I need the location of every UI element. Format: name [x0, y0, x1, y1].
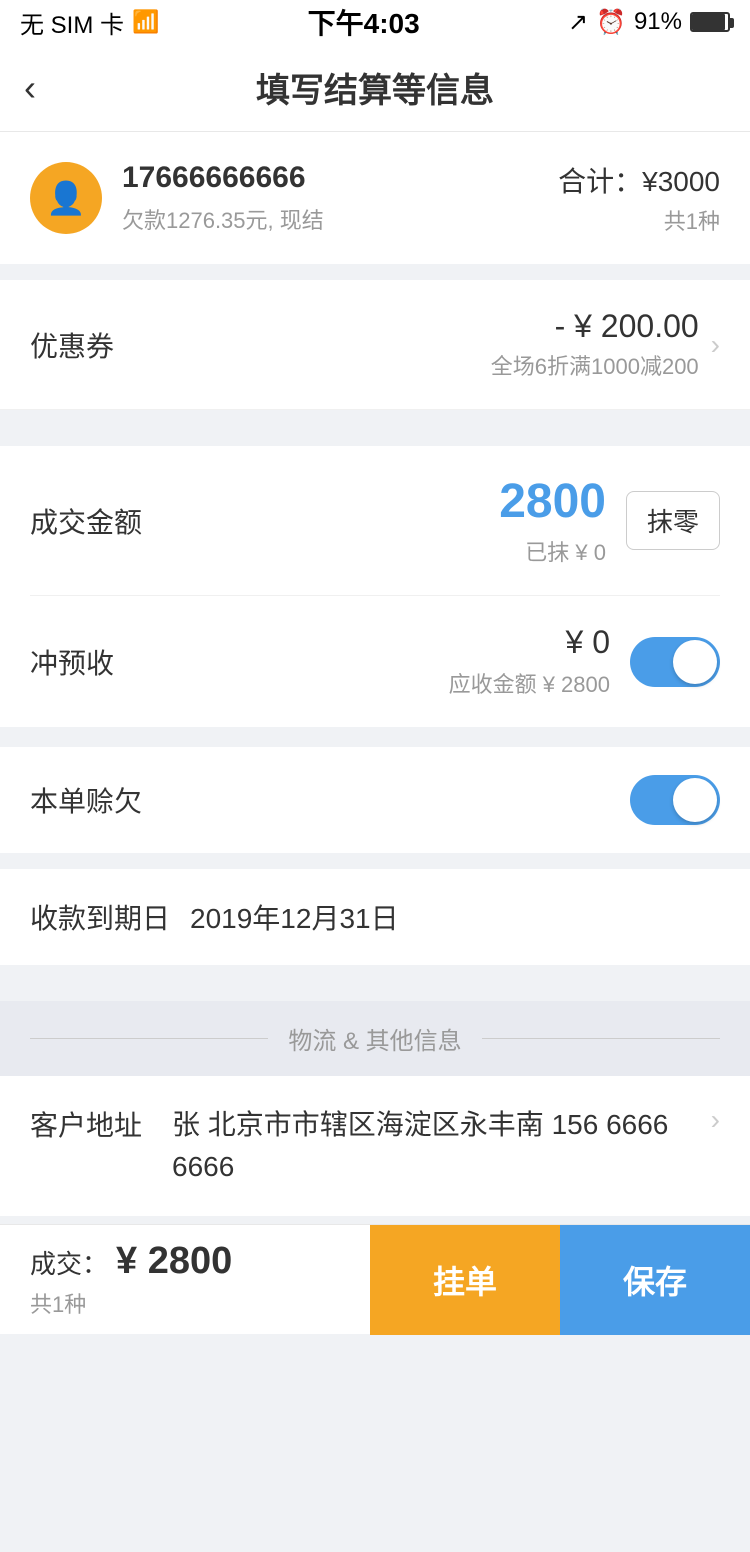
customer-phone: 17666666666: [122, 161, 324, 195]
bottom-count: 共1种: [30, 1287, 340, 1319]
coupon-right: - ¥ 200.00 全场6折满1000减200 ›: [491, 308, 720, 381]
due-date-label: 收款到期日: [30, 897, 170, 937]
customer-debt: 欠款1276.35元, 现结: [122, 203, 324, 235]
hold-button[interactable]: 挂单: [370, 1225, 560, 1335]
pre-collection-label: 冲预收: [30, 642, 114, 682]
pre-collection-row: 冲预收 ¥ 0 应收金额 ¥ 2800: [30, 596, 720, 727]
debt-toggle-knob: [673, 778, 717, 822]
customer-card: 👤 17666666666 欠款1276.35元, 现结 合计：¥3000 共1…: [0, 132, 750, 264]
deal-amount-col: 2800 已抹 ¥ 0: [499, 474, 606, 567]
coupon-info: - ¥ 200.00 全场6折满1000减200: [491, 308, 699, 381]
total-amount: 合计：¥3000: [558, 160, 720, 200]
customer-right: 合计：¥3000 共1种: [558, 160, 720, 236]
avatar: 👤: [30, 162, 102, 234]
status-bar: 无 SIM 卡 📶 下午4:03 ↗ ⏰ 91%: [0, 0, 750, 44]
logistics-divider: 物流 & 其他信息: [0, 1001, 750, 1076]
due-date-section: 收款到期日 2019年12月31日: [0, 869, 750, 965]
deal-amount-right: 2800 已抹 ¥ 0 抹零: [499, 474, 720, 567]
pre-collection-sub: 应收金额 ¥ 2800: [449, 667, 610, 699]
battery-percent: 91%: [634, 8, 682, 36]
section-divider-1: [0, 426, 750, 446]
content: 👤 17666666666 欠款1276.35元, 现结 合计：¥3000 共1…: [0, 132, 750, 1552]
debt-label: 本单赊欠: [30, 780, 142, 820]
coupon-desc: 全场6折满1000减200: [491, 349, 699, 381]
status-right: ↗ ⏰ 91%: [568, 8, 730, 37]
pre-collection-right: ¥ 0 应收金额 ¥ 2800: [449, 624, 720, 699]
debt-section: 本单赊欠: [0, 747, 750, 853]
toggle-knob: [673, 640, 717, 684]
pre-collection-col: ¥ 0 应收金额 ¥ 2800: [449, 624, 610, 699]
address-label: 客户地址: [30, 1104, 142, 1144]
debt-toggle[interactable]: [630, 775, 720, 825]
status-time: 下午4:03: [308, 2, 420, 42]
status-left: 无 SIM 卡 📶: [20, 5, 159, 40]
coupon-label: 优惠券: [30, 325, 114, 365]
nav-bar: ‹ 填写结算等信息: [0, 44, 750, 132]
save-button[interactable]: 保存: [560, 1225, 750, 1335]
customer-left: 👤 17666666666 欠款1276.35元, 现结: [30, 161, 324, 235]
deal-amount-sub: 已抹 ¥ 0: [525, 535, 606, 567]
logistics-line-left: [30, 1038, 268, 1039]
bottom-summary: 成交： ¥ 2800 共1种: [0, 1240, 370, 1319]
back-button[interactable]: ‹: [24, 67, 36, 109]
no-sim-label: 无 SIM 卡: [20, 5, 124, 40]
coupon-discount: - ¥ 200.00: [491, 308, 699, 345]
customer-info: 17666666666 欠款1276.35元, 现结: [122, 161, 324, 235]
bottom-deal-row: 成交： ¥ 2800: [30, 1240, 340, 1283]
address-section[interactable]: 客户地址 张 北京市市辖区海淀区永丰南 156 6666 6666 ›: [0, 1076, 750, 1216]
pre-collection-toggle[interactable]: [630, 637, 720, 687]
address-chevron-icon: ›: [711, 1104, 720, 1136]
logistics-line-right: [482, 1038, 720, 1039]
due-date-value: 2019年12月31日: [190, 897, 399, 937]
amount-section: 成交金额 2800 已抹 ¥ 0 抹零 冲预收 ¥ 0 应收金额 ¥ 2800: [0, 446, 750, 727]
alarm-icon: ⏰: [596, 8, 626, 37]
coupon-chevron-icon: ›: [711, 329, 720, 361]
round-button[interactable]: 抹零: [626, 491, 720, 550]
wifi-icon: 📶: [132, 9, 159, 35]
page-title: 填写结算等信息: [256, 63, 494, 112]
address-value: 张 北京市市辖区海淀区永丰南 156 6666 6666: [172, 1104, 711, 1188]
bottom-bar: 成交： ¥ 2800 共1种 挂单 保存: [0, 1224, 750, 1334]
logistics-label: 物流 & 其他信息: [288, 1021, 461, 1056]
pre-collection-value: ¥ 0: [566, 624, 610, 661]
coupon-row[interactable]: 优惠券 - ¥ 200.00 全场6折满1000减200 ›: [0, 280, 750, 410]
section-divider-2: [0, 727, 750, 747]
bottom-deal-label: 成交：: [30, 1244, 108, 1281]
deal-amount-label: 成交金额: [30, 501, 142, 541]
due-date-row: 收款到期日 2019年12月31日: [30, 897, 720, 937]
section-divider-3: [0, 981, 750, 1001]
total-count: 共1种: [558, 204, 720, 236]
deal-amount-value: 2800: [499, 474, 606, 529]
location-icon: ↗: [568, 8, 588, 37]
avatar-icon: 👤: [46, 179, 86, 217]
bottom-amount: ¥ 2800: [116, 1240, 232, 1283]
battery-icon: [690, 12, 730, 32]
deal-amount-row: 成交金额 2800 已抹 ¥ 0 抹零: [30, 446, 720, 596]
